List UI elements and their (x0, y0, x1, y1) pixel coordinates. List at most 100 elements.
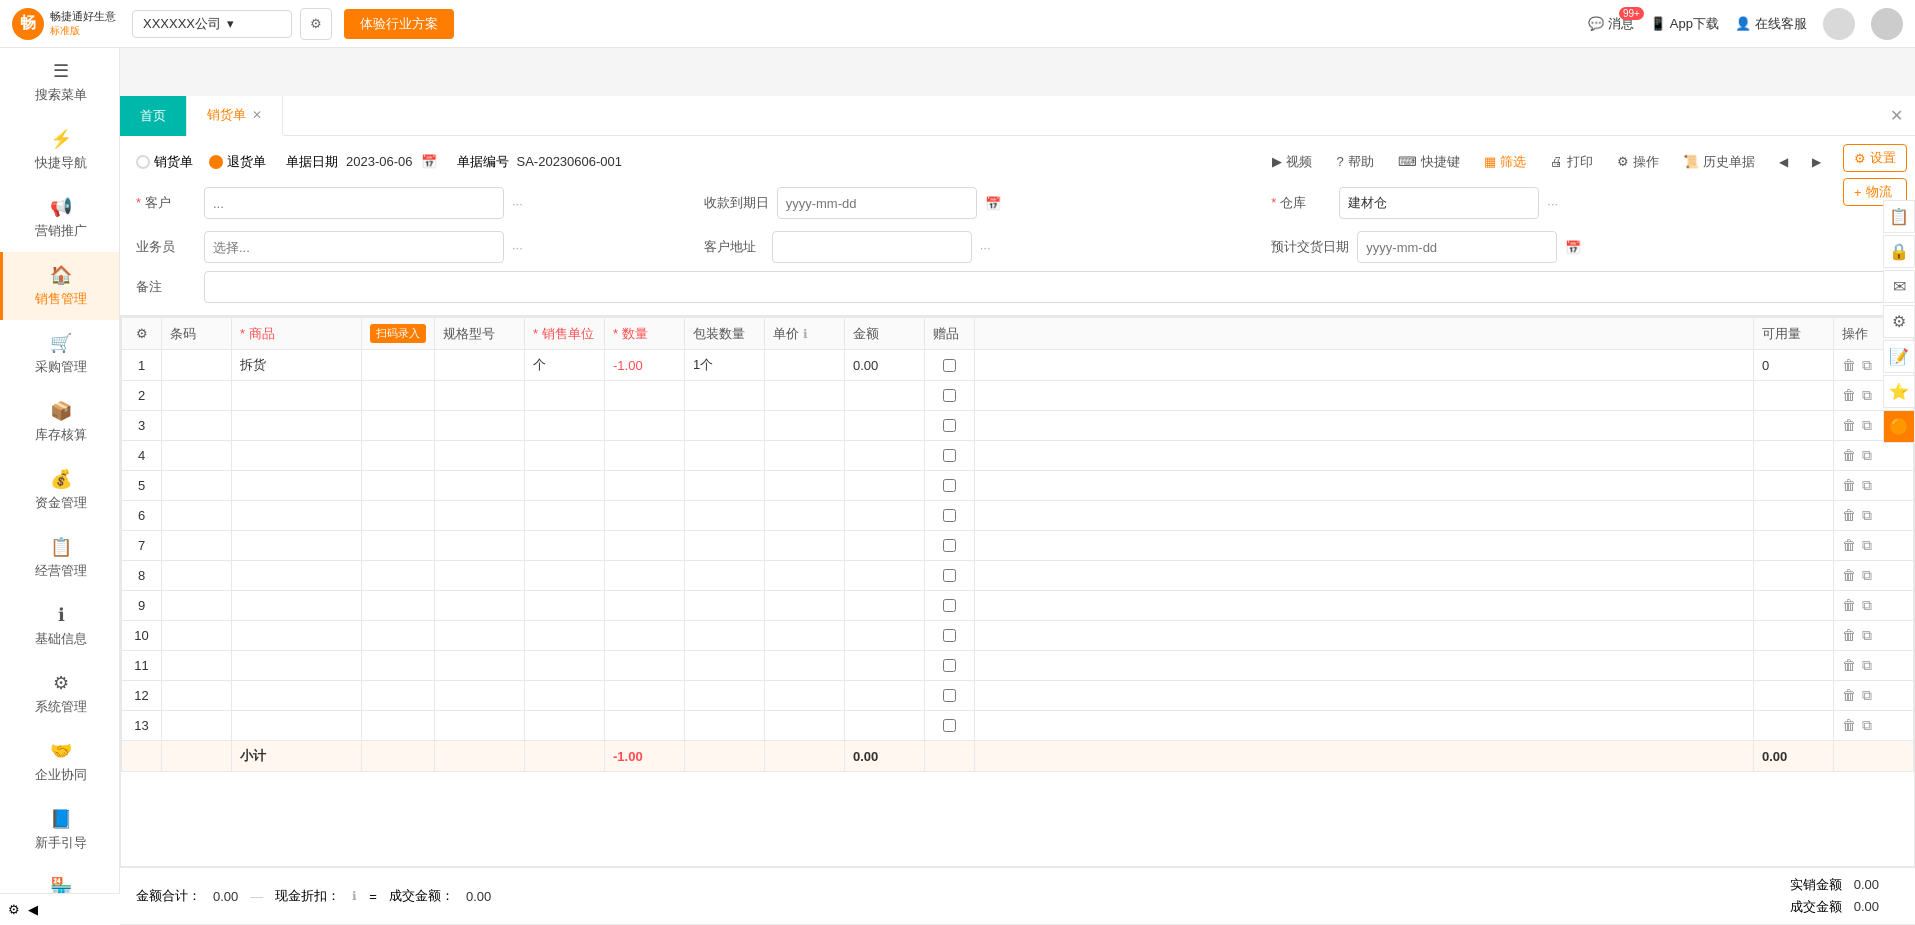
row-pack-qty-1[interactable]: 1个 (685, 350, 765, 381)
prev-button[interactable]: ◀ (1771, 151, 1796, 173)
sidebar-item-basic[interactable]: ℹ 基础信息 (0, 592, 119, 660)
expected-date-input[interactable] (1357, 231, 1557, 263)
address-more-icon[interactable]: ··· (980, 240, 991, 255)
delete-icon[interactable]: 🗑 (1842, 447, 1856, 464)
warehouse-more-icon[interactable]: ··· (1547, 196, 1558, 211)
settings-button[interactable]: ⚙ 设置 (1843, 144, 1907, 172)
tab-close-icon[interactable]: ✕ (252, 108, 262, 122)
sidebar-settings-icon[interactable]: ⚙ (8, 902, 20, 917)
experience-button[interactable]: 体验行业方案 (344, 9, 454, 39)
row-gift-1[interactable] (925, 350, 975, 381)
delete-icon[interactable]: 🗑 (1842, 687, 1856, 704)
date-value[interactable]: 2023-06-06 (346, 154, 413, 169)
copy-icon[interactable]: ⧉ (1862, 567, 1872, 584)
float-btn-5[interactable]: 📝 (1883, 340, 1915, 373)
copy-icon[interactable]: ⧉ (1862, 627, 1872, 644)
float-btn-2[interactable]: 🔒 (1883, 235, 1915, 268)
history-button[interactable]: 📜 历史单据 (1675, 149, 1763, 175)
sidebar-item-inventory[interactable]: 📦 库存核算 (0, 388, 119, 456)
notes-input[interactable] (204, 271, 1899, 303)
float-btn-4[interactable]: ⚙ (1883, 305, 1915, 338)
next-button[interactable]: ▶ (1804, 151, 1829, 173)
customer-input[interactable] (204, 187, 504, 219)
row-unit-1[interactable]: 个 (525, 350, 605, 381)
tab-sales-order[interactable]: 销货单 ✕ (187, 96, 283, 136)
copy-icon[interactable]: ⧉ (1862, 477, 1872, 494)
company-selector[interactable]: XXXXXX公司 ▾ (132, 10, 292, 38)
row-price-1[interactable] (765, 350, 845, 381)
float-btn-1[interactable]: 📋 (1883, 200, 1915, 233)
copy-icon[interactable]: ⧉ (1862, 687, 1872, 704)
delete-icon[interactable]: 🗑 (1842, 717, 1856, 734)
app-download-button[interactable]: 📱 App下载 (1650, 15, 1719, 33)
copy-icon[interactable]: ⧉ (1862, 657, 1872, 674)
sidebar-item-system[interactable]: ⚙ 系统管理 (0, 660, 119, 728)
col-gear[interactable]: ⚙ (122, 318, 162, 350)
operate-button[interactable]: ⚙ 操作 (1609, 149, 1667, 175)
print-button[interactable]: 🖨 打印 (1542, 149, 1601, 175)
delete-row-1-icon[interactable]: 🗑 (1842, 357, 1856, 374)
shortcut-button[interactable]: ⌨ 快捷键 (1390, 149, 1468, 175)
customer-more-icon[interactable]: ··· (512, 196, 523, 211)
online-service-button[interactable]: 👤 在线客服 (1735, 15, 1807, 33)
discount-info-icon[interactable]: ℹ (352, 889, 357, 903)
scan-button[interactable]: 扫码录入 (370, 324, 426, 343)
row-product-1[interactable]: 拆货 (232, 350, 362, 381)
delete-icon[interactable]: 🗑 (1842, 387, 1856, 404)
sidebar-item-shortcut[interactable]: ⚡ 快捷导航 (0, 116, 119, 184)
tab-home[interactable]: 首页 (120, 96, 187, 136)
salesperson-more-icon[interactable]: ··· (512, 240, 523, 255)
radio-sales-order[interactable]: 销货单 (136, 153, 193, 171)
copy-icon[interactable]: ⧉ (1862, 597, 1872, 614)
row-qty-1[interactable]: -1.00 (605, 350, 685, 381)
salesperson-input[interactable] (204, 231, 504, 263)
filter-button[interactable]: ▦ 筛选 (1476, 149, 1534, 175)
date-calendar-icon[interactable]: 📅 (421, 154, 437, 169)
delete-icon[interactable]: 🗑 (1842, 537, 1856, 554)
float-btn-6[interactable]: ⭐ (1883, 375, 1915, 408)
copy-icon[interactable]: ⧉ (1862, 507, 1872, 524)
float-btn-3[interactable]: ✉ (1883, 270, 1915, 303)
help-button[interactable]: ? 帮助 (1328, 149, 1381, 175)
warehouse-input[interactable] (1339, 187, 1539, 219)
delete-icon[interactable]: 🗑 (1842, 507, 1856, 524)
copy-row-1-icon[interactable]: ⧉ (1862, 357, 1872, 374)
sidebar-item-search[interactable]: ☰ 搜索菜单 (0, 48, 119, 116)
float-btn-7[interactable]: 🟠 (1883, 410, 1915, 443)
number-value[interactable]: SA-20230606-001 (517, 154, 623, 169)
row-amount-1[interactable]: 0.00 (845, 350, 925, 381)
sidebar-item-business[interactable]: 📋 经营管理 (0, 524, 119, 592)
tab-bar-close-icon[interactable]: ✕ (1878, 106, 1915, 125)
avatar[interactable] (1823, 8, 1855, 40)
sidebar-item-marketing[interactable]: 📢 营销推广 (0, 184, 119, 252)
messages-button[interactable]: 💬 消息 99+ (1588, 15, 1634, 33)
row-barcode-1[interactable] (162, 350, 232, 381)
copy-icon[interactable]: ⧉ (1862, 387, 1872, 404)
sidebar-item-sales[interactable]: 🏠 销售管理 (0, 252, 119, 320)
copy-icon[interactable]: ⧉ (1862, 717, 1872, 734)
copy-icon[interactable]: ⧉ (1862, 447, 1872, 464)
delete-icon[interactable]: 🗑 (1842, 597, 1856, 614)
sidebar-item-guide[interactable]: 📘 新手引导 (0, 796, 119, 864)
settings-icon[interactable]: ⚙ (300, 8, 332, 40)
row-spec-1[interactable] (435, 350, 525, 381)
delete-icon[interactable]: 🗑 (1842, 627, 1856, 644)
delete-icon[interactable]: 🗑 (1842, 477, 1856, 494)
radio-return-order[interactable]: 退货单 (209, 153, 266, 171)
copy-icon[interactable]: ⧉ (1862, 537, 1872, 554)
video-button[interactable]: ▶ 视频 (1264, 149, 1320, 175)
delete-icon[interactable]: 🗑 (1842, 567, 1856, 584)
due-date-calendar-icon[interactable]: 📅 (985, 196, 1001, 211)
sidebar-item-purchase[interactable]: 🛒 采购管理 (0, 320, 119, 388)
due-date-input[interactable] (777, 187, 977, 219)
sidebar-item-capital[interactable]: 💰 资金管理 (0, 456, 119, 524)
copy-icon[interactable]: ⧉ (1862, 417, 1872, 434)
expected-date-calendar-icon[interactable]: 📅 (1565, 240, 1581, 255)
delete-icon[interactable]: 🗑 (1842, 417, 1856, 434)
delete-icon[interactable]: 🗑 (1842, 657, 1856, 674)
col-scan-btn[interactable]: 扫码录入 (362, 318, 435, 350)
user-menu[interactable] (1871, 8, 1903, 40)
sidebar-item-enterprise[interactable]: 🤝 企业协同 (0, 728, 119, 796)
customer-address-input[interactable] (772, 231, 972, 263)
sidebar-collapse-icon[interactable]: ◀ (28, 902, 38, 917)
